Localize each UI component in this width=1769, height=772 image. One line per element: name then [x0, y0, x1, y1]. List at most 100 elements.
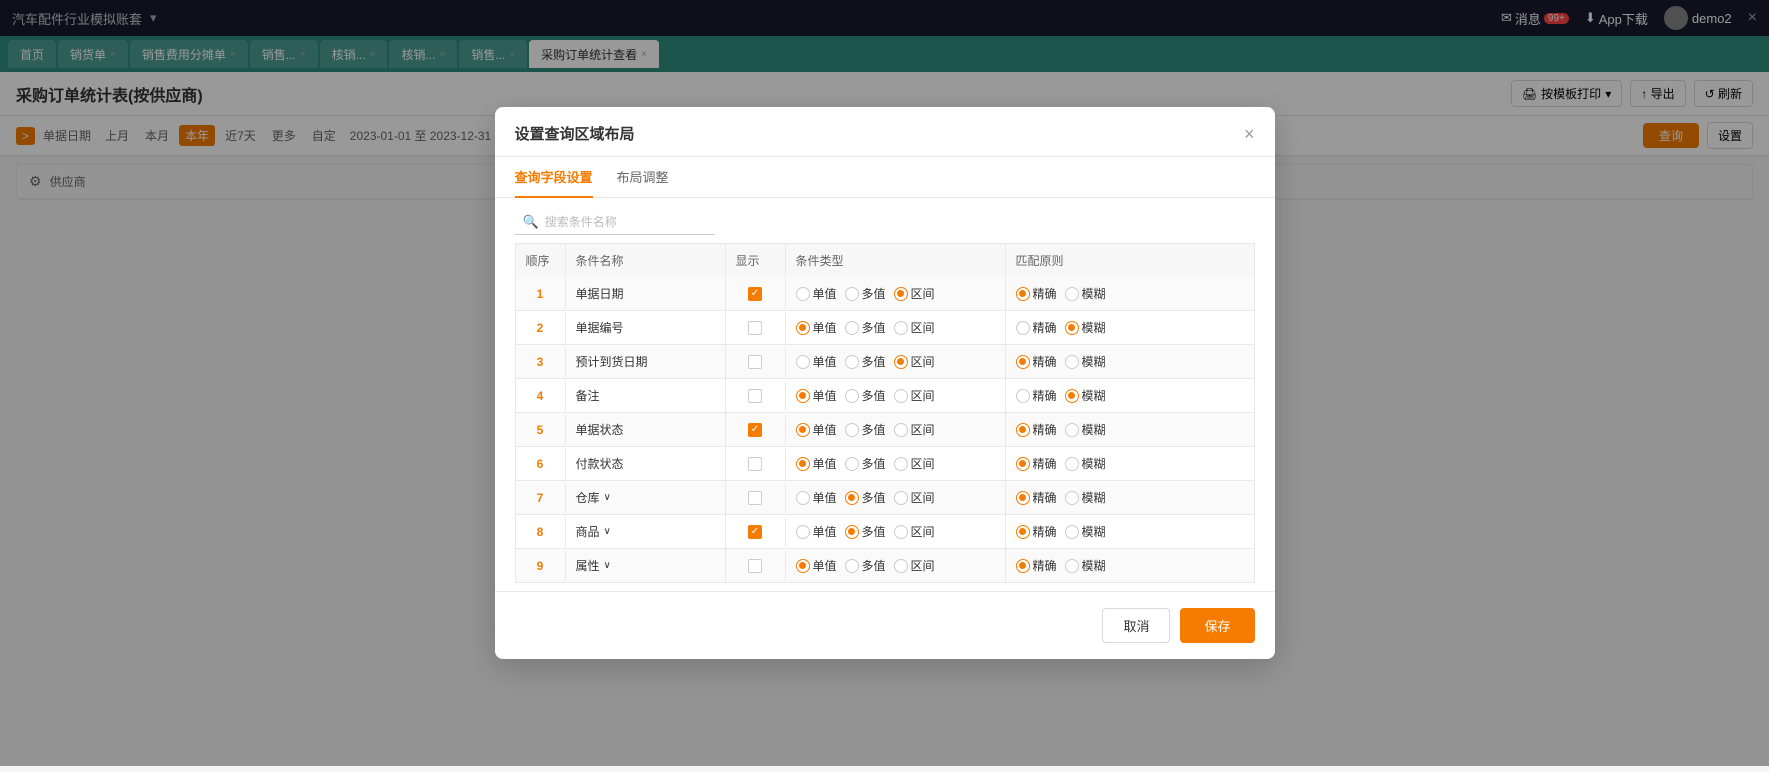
radio-icon: [894, 559, 908, 573]
match-fuzzy[interactable]: 模糊: [1065, 285, 1106, 302]
display-checkbox[interactable]: [748, 423, 762, 437]
match-fuzzy[interactable]: 模糊: [1065, 489, 1106, 506]
radio-icon: [796, 559, 810, 573]
type-multi[interactable]: 多值: [845, 421, 886, 438]
radio-icon: [1016, 287, 1030, 301]
display-checkbox[interactable]: [748, 559, 762, 573]
type-range[interactable]: 区间: [894, 387, 935, 404]
type-multi[interactable]: 多值: [845, 455, 886, 472]
display-checkbox[interactable]: [748, 321, 762, 335]
cancel-button[interactable]: 取消: [1102, 608, 1170, 643]
row-match: 精确 模糊: [1006, 549, 1206, 582]
row-display[interactable]: [726, 517, 786, 547]
settings-dialog: 设置查询区域布局 × 查询字段设置 布局调整 🔍 顺序 条件名称 显示: [495, 107, 1275, 659]
display-checkbox[interactable]: [748, 355, 762, 369]
row-index: 8: [516, 517, 566, 547]
row-match: 精确 模糊: [1006, 413, 1206, 446]
type-range[interactable]: 区间: [894, 489, 935, 506]
row-display[interactable]: [726, 381, 786, 411]
type-multi[interactable]: 多值: [845, 285, 886, 302]
match-fuzzy[interactable]: 模糊: [1065, 557, 1106, 574]
match-fuzzy[interactable]: 模糊: [1065, 523, 1106, 540]
dialog-search-area: 🔍: [495, 198, 1275, 243]
radio-icon: [845, 491, 859, 505]
type-range[interactable]: 区间: [894, 455, 935, 472]
type-single[interactable]: 单值: [796, 455, 837, 472]
radio-icon: [845, 287, 859, 301]
row-display[interactable]: [726, 279, 786, 309]
type-range[interactable]: 区间: [894, 421, 935, 438]
match-fuzzy[interactable]: 模糊: [1065, 387, 1106, 404]
match-exact[interactable]: 精确: [1016, 489, 1057, 506]
row-display[interactable]: [726, 483, 786, 513]
match-fuzzy[interactable]: 模糊: [1065, 353, 1106, 370]
header-match: 匹配原则: [1006, 244, 1206, 277]
row-type: 单值 多值 区间: [786, 549, 1006, 582]
type-single[interactable]: 单值: [796, 523, 837, 540]
type-single[interactable]: 单值: [796, 489, 837, 506]
save-button[interactable]: 保存: [1180, 608, 1254, 643]
type-single[interactable]: 单值: [796, 319, 837, 336]
type-multi[interactable]: 多值: [845, 523, 886, 540]
condition-search-input[interactable]: [545, 215, 695, 229]
match-fuzzy[interactable]: 模糊: [1065, 455, 1106, 472]
radio-icon: [1065, 525, 1079, 539]
row-type: 单值 多值 区间: [786, 481, 1006, 514]
radio-icon: [845, 457, 859, 471]
row-display[interactable]: [726, 313, 786, 343]
tab-fields[interactable]: 查询字段设置: [515, 157, 593, 198]
condition-search-wrap[interactable]: 🔍: [515, 210, 715, 235]
row-index: 2: [516, 313, 566, 343]
row-match: 精确 模糊: [1006, 311, 1206, 344]
dialog-tabs: 查询字段设置 布局调整: [495, 157, 1275, 198]
dialog-close-button[interactable]: ×: [1244, 125, 1255, 143]
tab-layout[interactable]: 布局调整: [617, 157, 669, 198]
type-multi[interactable]: 多值: [845, 353, 886, 370]
display-checkbox[interactable]: [748, 287, 762, 301]
match-exact[interactable]: 精确: [1016, 285, 1057, 302]
row-display[interactable]: [726, 415, 786, 445]
display-checkbox[interactable]: [748, 389, 762, 403]
type-multi[interactable]: 多值: [845, 557, 886, 574]
match-exact[interactable]: 精确: [1016, 353, 1057, 370]
match-exact[interactable]: 精确: [1016, 421, 1057, 438]
row-display[interactable]: [726, 347, 786, 377]
match-fuzzy[interactable]: 模糊: [1065, 319, 1106, 336]
radio-icon: [845, 321, 859, 335]
row-display[interactable]: [726, 551, 786, 581]
type-single[interactable]: 单值: [796, 285, 837, 302]
row-match: 精确 模糊: [1006, 481, 1206, 514]
type-single[interactable]: 单值: [796, 387, 837, 404]
row-match: 精确 模糊: [1006, 277, 1206, 310]
radio-icon: [894, 389, 908, 403]
type-multi[interactable]: 多值: [845, 319, 886, 336]
match-exact[interactable]: 精确: [1016, 557, 1057, 574]
type-range[interactable]: 区间: [894, 353, 935, 370]
type-range[interactable]: 区间: [894, 285, 935, 302]
header-type: 条件类型: [786, 244, 1006, 277]
header-name: 条件名称: [566, 244, 726, 277]
type-single[interactable]: 单值: [796, 353, 837, 370]
type-multi[interactable]: 多值: [845, 387, 886, 404]
radio-icon: [796, 321, 810, 335]
type-range[interactable]: 区间: [894, 319, 935, 336]
display-checkbox[interactable]: [748, 525, 762, 539]
type-single[interactable]: 单值: [796, 557, 837, 574]
type-single[interactable]: 单值: [796, 421, 837, 438]
display-checkbox[interactable]: [748, 457, 762, 471]
display-checkbox[interactable]: [748, 491, 762, 505]
match-exact[interactable]: 精确: [1016, 387, 1057, 404]
radio-icon: [1016, 457, 1030, 471]
match-fuzzy[interactable]: 模糊: [1065, 421, 1106, 438]
dialog-footer: 取消 保存: [495, 591, 1275, 659]
type-range[interactable]: 区间: [894, 523, 935, 540]
table-row: 8 商品 ∨ 单值 多值 区间 精确 模糊: [515, 515, 1255, 549]
match-exact[interactable]: 精确: [1016, 523, 1057, 540]
match-exact[interactable]: 精确: [1016, 455, 1057, 472]
radio-icon: [1065, 287, 1079, 301]
type-range[interactable]: 区间: [894, 557, 935, 574]
type-multi[interactable]: 多值: [845, 489, 886, 506]
radio-icon: [1016, 525, 1030, 539]
match-exact[interactable]: 精确: [1016, 319, 1057, 336]
row-display[interactable]: [726, 449, 786, 479]
